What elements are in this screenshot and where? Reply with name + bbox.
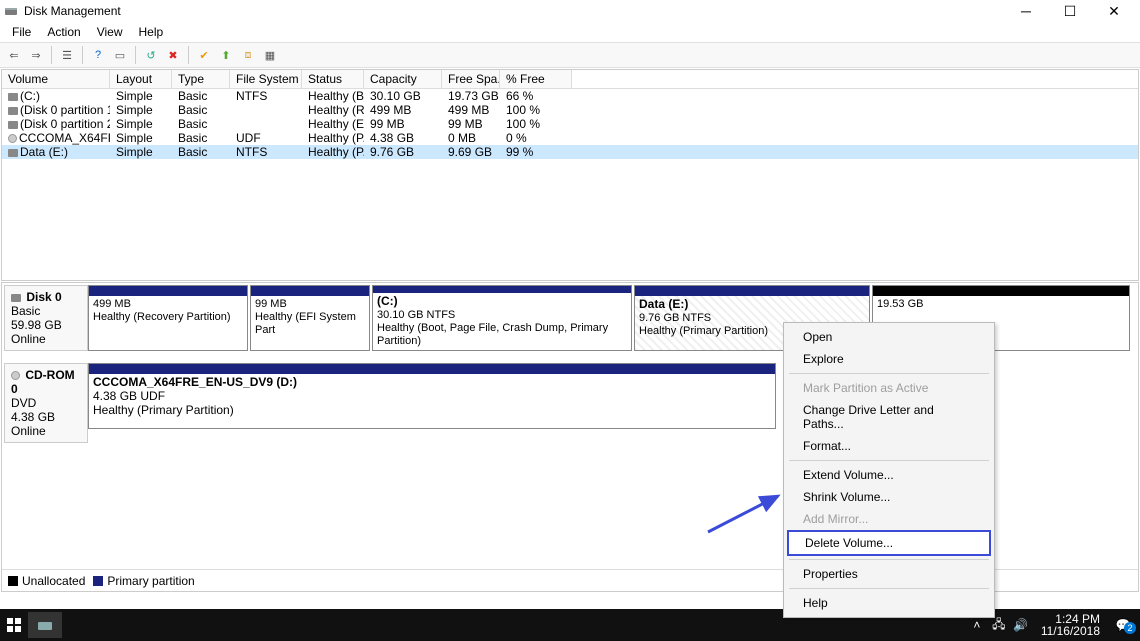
back-button[interactable]: ⇐ — [4, 45, 24, 65]
cdrom-label[interactable]: CD-ROM 0 DVD 4.38 GB Online — [4, 363, 88, 443]
menu-item-change-letter[interactable]: Change Drive Letter and Paths... — [787, 399, 991, 435]
window-title: Disk Management — [24, 4, 1004, 18]
list-icon[interactable]: ▦ — [260, 45, 280, 65]
context-menu: Open Explore Mark Partition as Active Ch… — [783, 322, 995, 618]
refresh-icon[interactable]: ↺ — [141, 45, 161, 65]
disk-icon — [11, 294, 21, 302]
menu-help[interactable]: Help — [131, 23, 172, 41]
menu-item-format[interactable]: Format... — [787, 435, 991, 457]
start-button[interactable] — [6, 617, 22, 633]
column-headers: Volume Layout Type File System Status Ca… — [2, 70, 1138, 89]
minimize-button[interactable]: ─ — [1004, 0, 1048, 22]
menu-item-explore[interactable]: Explore — [787, 348, 991, 370]
forward-button[interactable]: ⇒ — [26, 45, 46, 65]
legend-primary: Primary partition — [93, 574, 194, 588]
partition[interactable]: 99 MBHealthy (EFI System Part — [250, 285, 370, 351]
legend-unallocated: Unallocated — [8, 574, 85, 588]
column-capacity[interactable]: Capacity — [364, 70, 442, 88]
menu-item-help[interactable]: Help — [787, 592, 991, 614]
disk-state: Online — [11, 332, 46, 346]
tray-volume-icon[interactable]: 🔊 — [1013, 618, 1029, 632]
column-pctfree[interactable]: % Free — [500, 70, 572, 88]
maximize-button[interactable]: ☐ — [1048, 0, 1092, 22]
menu-item-extend[interactable]: Extend Volume... — [787, 464, 991, 486]
properties-icon[interactable]: ▭ — [110, 45, 130, 65]
cdrom-type: DVD — [11, 396, 36, 410]
annotation-arrow — [700, 490, 790, 540]
clock-date: 11/16/2018 — [1041, 625, 1100, 637]
menu-item-properties[interactable]: Properties — [787, 563, 991, 585]
cdrom-partition[interactable]: CCCOMA_X64FRE_EN-US_DV9 (D:) 4.38 GB UDF… — [88, 363, 776, 429]
menu-item-open[interactable]: Open — [787, 326, 991, 348]
menubar: File Action View Help — [0, 22, 1140, 42]
volume-list[interactable]: Volume Layout Type File System Status Ca… — [1, 69, 1139, 281]
disk-0-label[interactable]: Disk 0 Basic 59.98 GB Online — [4, 285, 88, 351]
menu-item-add-mirror: Add Mirror... — [787, 508, 991, 530]
delete-icon[interactable]: ✖ — [163, 45, 183, 65]
column-filesystem[interactable]: File System — [230, 70, 302, 88]
menu-item-mark-active: Mark Partition as Active — [787, 377, 991, 399]
partition-size: 4.38 GB UDF — [93, 389, 165, 403]
table-row[interactable]: Data (E:)SimpleBasicNTFSHealthy (P...9.7… — [2, 145, 1138, 159]
tray-up-icon[interactable]: ˄ — [969, 618, 985, 632]
partition-status: Healthy (Primary Partition) — [93, 403, 234, 417]
partition-title: CCCOMA_X64FRE_EN-US_DV9 (D:) — [93, 375, 297, 389]
disk-management-icon — [4, 4, 18, 18]
notification-count: 2 — [1124, 622, 1136, 634]
column-free[interactable]: Free Spa... — [442, 70, 500, 88]
column-status[interactable]: Status — [302, 70, 364, 88]
help-icon[interactable]: ? — [88, 45, 108, 65]
menu-item-shrink[interactable]: Shrink Volume... — [787, 486, 991, 508]
up-icon[interactable]: ⬆ — [216, 45, 236, 65]
action-center-button[interactable]: 💬2 — [1112, 618, 1134, 632]
menu-item-delete-volume[interactable]: Delete Volume... — [787, 530, 991, 556]
column-type[interactable]: Type — [172, 70, 230, 88]
disk-type: Basic — [11, 304, 40, 318]
cdrom-name: CD-ROM 0 — [11, 368, 75, 396]
menu-action[interactable]: Action — [39, 23, 88, 41]
column-layout[interactable]: Layout — [110, 70, 172, 88]
table-row[interactable]: (Disk 0 partition 2)SimpleBasicHealthy (… — [2, 117, 1138, 131]
table-row[interactable]: CCCOMA_X64FRE...SimpleBasicUDFHealthy (P… — [2, 131, 1138, 145]
disk-name: Disk 0 — [26, 290, 61, 304]
partition[interactable]: 499 MBHealthy (Recovery Partition) — [88, 285, 248, 351]
show-hide-tree-button[interactable]: ☰ — [57, 45, 77, 65]
close-button[interactable]: ✕ — [1092, 0, 1136, 22]
new-icon[interactable]: ✔ — [194, 45, 214, 65]
toolbar: ⇐ ⇒ ☰ ? ▭ ↺ ✖ ✔ ⬆ ⧈ ▦ — [0, 42, 1140, 68]
cdrom-size: 4.38 GB — [11, 410, 55, 424]
table-row[interactable]: (C:)SimpleBasicNTFSHealthy (B...30.10 GB… — [2, 89, 1138, 103]
system-clock[interactable]: 1:24 PM 11/16/2018 — [1035, 613, 1106, 637]
menu-view[interactable]: View — [89, 23, 131, 41]
disk-size: 59.98 GB — [11, 318, 62, 332]
partition[interactable]: (C:)30.10 GB NTFSHealthy (Boot, Page Fil… — [372, 285, 632, 351]
cdrom-state: Online — [11, 424, 46, 438]
titlebar: Disk Management ─ ☐ ✕ — [0, 0, 1140, 22]
menu-file[interactable]: File — [4, 23, 39, 41]
table-row[interactable]: (Disk 0 partition 1)SimpleBasicHealthy (… — [2, 103, 1138, 117]
taskbar-app-disk-management[interactable] — [28, 612, 62, 638]
folder-icon[interactable]: ⧈ — [238, 45, 258, 65]
column-volume[interactable]: Volume — [2, 70, 110, 88]
disc-icon — [11, 371, 20, 380]
